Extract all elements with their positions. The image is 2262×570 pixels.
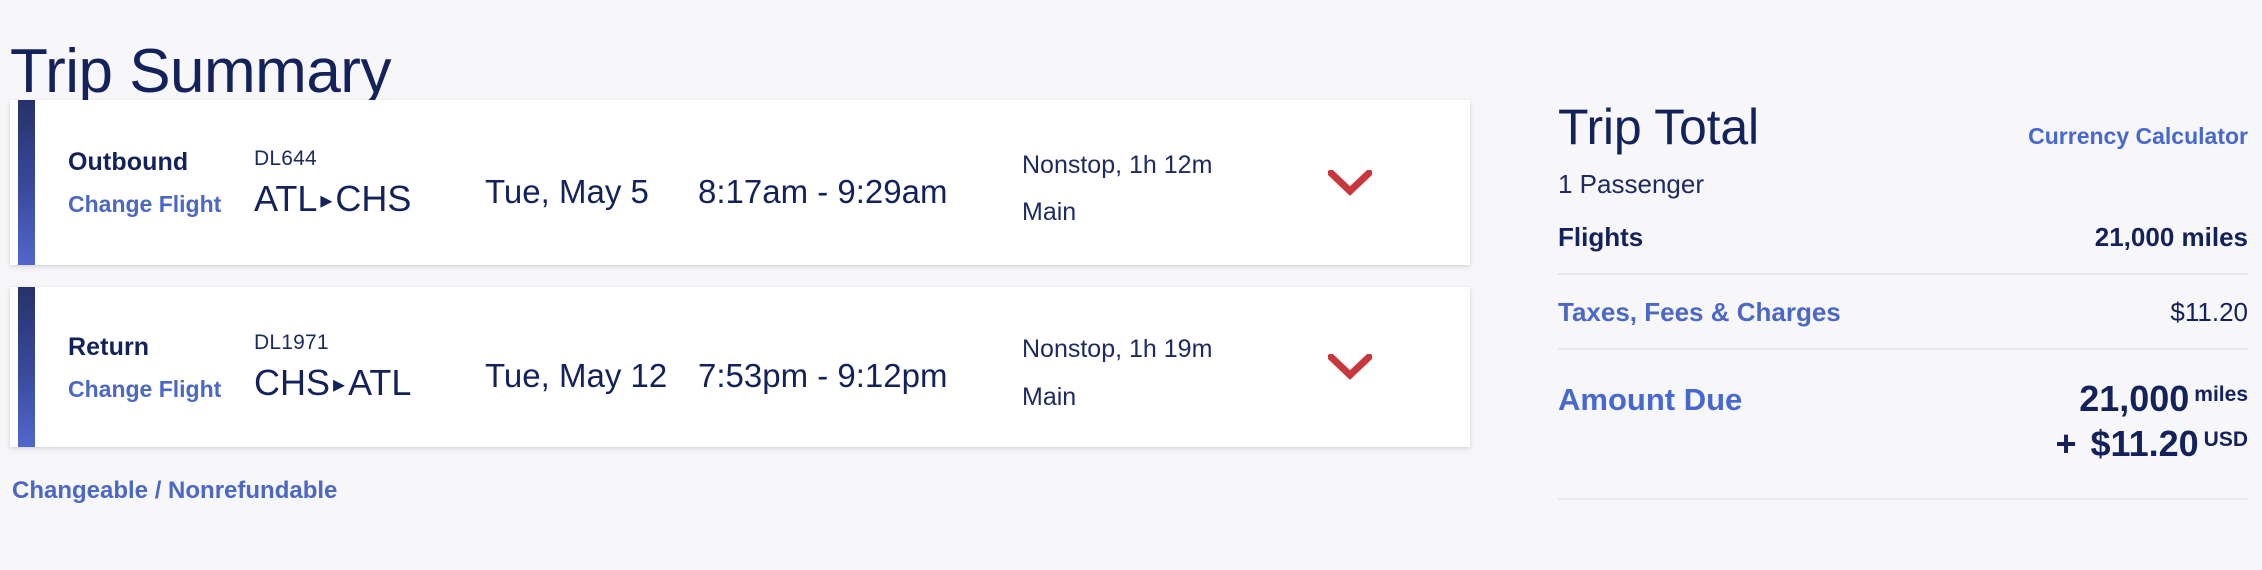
amount-due-values: 21,000 miles + $11.20 USD <box>2056 376 2249 466</box>
direction-column: Outbound Change Flight <box>44 146 254 218</box>
trip-total-header: Trip Total Currency Calculator <box>1558 100 2248 155</box>
flight-detail-column: Nonstop, 1h 12m Main <box>1014 137 1320 229</box>
summary-row-taxes: Taxes, Fees & Charges $11.20 <box>1558 297 2248 328</box>
summary-value-flights: 21,000 miles <box>2094 222 2248 253</box>
amount-due-cash: + $11.20 USD <box>2056 421 2249 466</box>
amount-due-miles-unit: miles <box>2194 383 2248 407</box>
amount-due-cash-value: $11.20 <box>2090 423 2199 465</box>
amount-due-miles: 21,000 miles <box>2056 376 2248 421</box>
route: ATL ▸CHS <box>254 178 479 219</box>
flight-direction-label: Return <box>68 332 150 361</box>
flight-number: DL644 <box>254 146 317 170</box>
page-title: Trip Summary <box>10 36 391 106</box>
cabin-class: Main <box>1022 382 1077 411</box>
divider <box>1558 498 2248 501</box>
cabin-class: Main <box>1022 198 1077 226</box>
chevron-down-icon <box>1328 354 1372 380</box>
accent-bar <box>18 100 35 265</box>
stops-duration: Nonstop, 1h 19m <box>1022 335 1213 363</box>
taxes-fees-link[interactable]: Taxes, Fees & Charges <box>1558 297 1841 328</box>
destination-code: ATL <box>348 362 412 404</box>
summary-value-taxes: $11.20 <box>2170 297 2248 328</box>
flight-direction-label: Outbound <box>68 148 189 177</box>
route-column: DL644 ATL ▸CHS <box>254 146 479 220</box>
route-arrow-icon: ▸ <box>320 186 333 214</box>
trip-total-panel: Trip Total Currency Calculator 1 Passeng… <box>1558 100 2248 501</box>
flight-date: Tue, May 5 <box>485 172 649 210</box>
flight-times: 7:53pm - 9:12pm <box>698 357 948 394</box>
change-flight-link[interactable]: Change Flight <box>68 191 221 219</box>
flight-card-return[interactable]: Return Change Flight DL1971 CHS ▸ATL Tue,… <box>10 287 1470 447</box>
flight-times: 8:17am - 9:29am <box>698 172 948 210</box>
amount-due-label[interactable]: Amount Due <box>1558 376 1742 418</box>
destination-code: CHS <box>335 177 412 219</box>
summary-label-flights: Flights <box>1558 222 1644 253</box>
stops-duration: Nonstop, 1h 12m <box>1022 150 1213 179</box>
origin-code: CHS <box>254 362 331 404</box>
amount-due-cash-unit: USD <box>2203 428 2248 452</box>
trip-summary-page: Trip Summary Outbound Change Flight DL64… <box>0 0 2262 570</box>
trip-total-title: Trip Total <box>1558 99 1759 155</box>
origin-code: ATL <box>254 177 318 219</box>
summary-row-flights: Flights 21,000 miles <box>1558 222 2248 253</box>
divider <box>1558 273 2248 276</box>
itinerary-column: Outbound Change Flight DL644 ATL ▸CHS Tue… <box>10 100 1470 505</box>
route-column: DL1971 CHS ▸ATL <box>254 330 479 404</box>
route: CHS ▸ATL <box>254 362 479 403</box>
amount-due-plus-sign: + <box>2055 423 2077 465</box>
amount-due-row: Amount Due 21,000 miles + $11.20 USD <box>1558 376 2248 466</box>
flight-date: Tue, May 12 <box>485 357 668 394</box>
fare-rules-link[interactable]: Changeable / Nonrefundable <box>12 477 337 505</box>
route-arrow-icon: ▸ <box>333 371 346 399</box>
passenger-count: 1 Passenger <box>1558 169 1704 199</box>
currency-calculator-link[interactable]: Currency Calculator <box>2028 123 2248 150</box>
flight-detail-column: Nonstop, 1h 19m Main <box>1014 321 1320 413</box>
flight-number: DL1971 <box>254 331 329 355</box>
expand-flight-button[interactable] <box>1320 354 1470 380</box>
direction-column: Return Change Flight <box>44 331 254 403</box>
accent-bar <box>18 287 35 447</box>
change-flight-link[interactable]: Change Flight <box>68 376 221 404</box>
divider <box>1558 348 2248 351</box>
flight-card-outbound[interactable]: Outbound Change Flight DL644 ATL ▸CHS Tue… <box>10 100 1470 265</box>
amount-due-miles-value: 21,000 <box>2079 378 2190 420</box>
chevron-down-icon <box>1328 169 1372 196</box>
expand-flight-button[interactable] <box>1320 169 1470 196</box>
